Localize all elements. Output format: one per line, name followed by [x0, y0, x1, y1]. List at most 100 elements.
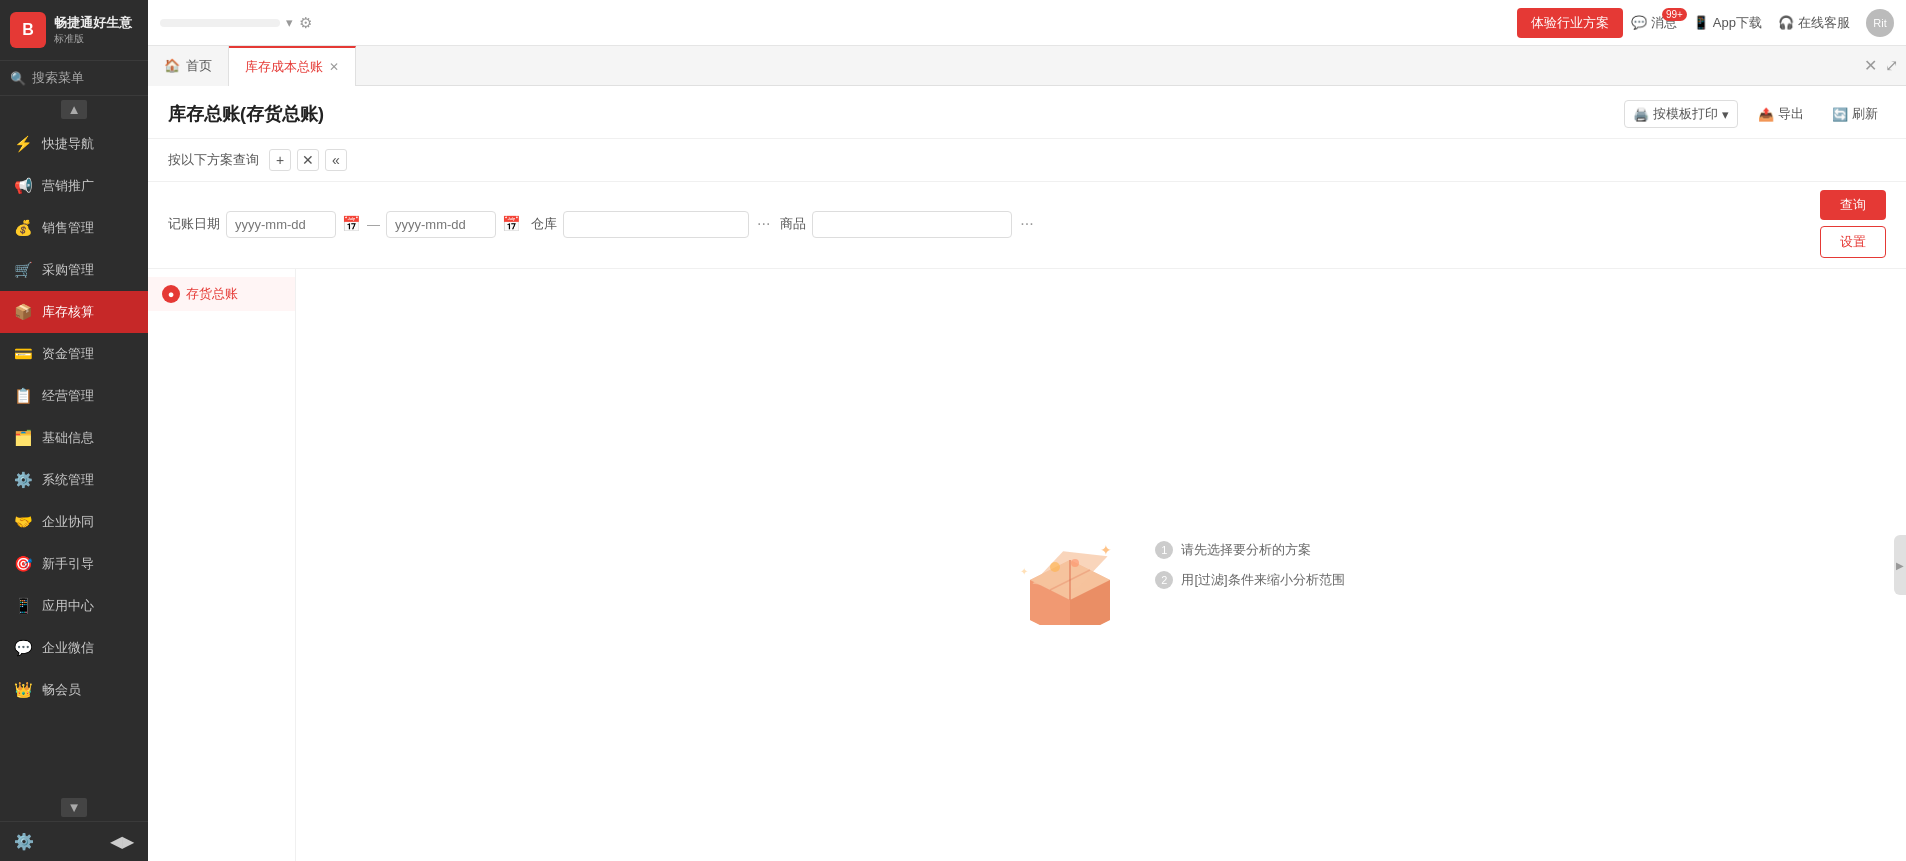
filter-row: 记账日期 📅 — 📅 仓库 ··· 商品 ··· 查询 设置 [148, 182, 1906, 269]
search-icon: 🔍 [10, 71, 26, 86]
filter-shrink-button[interactable]: « [325, 149, 347, 171]
filter-label: 按以下方案查询 [168, 151, 259, 169]
app-logo: B 畅捷通好生意 标准版 [0, 0, 148, 61]
purchase-icon: 🛒 [14, 261, 32, 279]
sidebar-item-marketing[interactable]: 📢 营销推广 [0, 165, 148, 207]
warehouse-more-icon[interactable]: ··· [757, 215, 770, 233]
sidebar-item-wecom[interactable]: 💬 企业微信 [0, 627, 148, 669]
tip-item-2: 2 用[过滤]条件来缩小分析范围 [1155, 571, 1344, 589]
scroll-up-button[interactable]: ▲ [61, 100, 86, 119]
user-name: Rit [1873, 17, 1886, 29]
refresh-button[interactable]: 🔄 刷新 [1824, 101, 1886, 127]
sidebar-item-purchase[interactable]: 🛒 采购管理 [0, 249, 148, 291]
sidebar-item-inventory[interactable]: 📦 库存核算 [0, 291, 148, 333]
message-badge: 99+ [1662, 8, 1687, 21]
right-buttons: 查询 设置 [1820, 190, 1886, 258]
sidebar-item-operations[interactable]: 📋 经营管理 [0, 375, 148, 417]
breadcrumb-input[interactable] [160, 19, 280, 27]
sidebar-item-member[interactable]: 👑 畅会员 [0, 669, 148, 711]
user-item[interactable]: Rit [1866, 9, 1894, 37]
goods-input[interactable] [812, 211, 1012, 238]
gear-icon[interactable]: ⚙ [299, 14, 312, 32]
date-separator: — [367, 217, 380, 232]
tip-item-1: 1 请先选择要分析的方案 [1155, 541, 1344, 559]
industry-btn[interactable]: 体验行业方案 [1517, 8, 1623, 38]
printer-icon: 🖨️ [1633, 107, 1649, 122]
inventory-ledger-label: 存货总账 [186, 285, 238, 303]
export-button[interactable]: 📤 导出 [1750, 101, 1812, 127]
wecom-icon: 💬 [14, 639, 32, 657]
inventory-ledger-item[interactable]: ● 存货总账 [148, 277, 295, 311]
sidebar-item-sales[interactable]: 💰 销售管理 [0, 207, 148, 249]
goods-more-icon[interactable]: ··· [1020, 215, 1033, 233]
side-handle[interactable]: ▶ [1894, 535, 1906, 595]
marketing-icon: 📢 [14, 177, 32, 195]
online-service-item[interactable]: 🎧 在线客服 [1778, 14, 1850, 32]
app-name: 畅捷通好生意 [54, 14, 132, 32]
app-download-label: App下载 [1713, 14, 1762, 32]
sidebar-item-system[interactable]: ⚙️ 系统管理 [0, 459, 148, 501]
operations-icon: 📋 [14, 387, 32, 405]
print-button[interactable]: 🖨️ 按模板打印 ▾ [1624, 100, 1738, 128]
scroll-down-area: ▼ [0, 794, 148, 821]
settings-icon[interactable]: ⚙️ [14, 832, 34, 851]
tab-home-label: 首页 [186, 57, 212, 75]
topbar: ▾ ⚙ 体验行业方案 💬 消息 99+ 📱 App下载 🎧 在线客服 Rit [148, 0, 1906, 46]
app-download-item[interactable]: 📱 App下载 [1693, 14, 1762, 32]
page-header: 库存总账(存货总账) 🖨️ 按模板打印 ▾ 📤 导出 🔄 刷新 [148, 86, 1906, 139]
empty-tips: 1 请先选择要分析的方案 2 用[过滤]条件来缩小分析范围 [1155, 541, 1344, 589]
sidebar-item-quick-nav[interactable]: ⚡ 快捷导航 [0, 123, 148, 165]
filter-bar: 按以下方案查询 + ✕ « [148, 139, 1906, 182]
filter-add-button[interactable]: + [269, 149, 291, 171]
date-end-input[interactable] [386, 211, 496, 238]
member-icon: 👑 [14, 681, 32, 699]
svg-text:✦: ✦ [1100, 542, 1112, 558]
warehouse-filter-group: 仓库 ··· [531, 211, 770, 238]
search-menu[interactable]: 🔍 搜索菜单 [0, 61, 148, 96]
sidebar-item-apps[interactable]: 📱 应用中心 [0, 585, 148, 627]
tabbar: 🏠 首页 库存成本总账 ✕ ✕ ⤢ [148, 46, 1906, 86]
logo-icon: B [10, 12, 46, 48]
goods-label: 商品 [780, 215, 806, 233]
sidebar: B 畅捷通好生意 标准版 🔍 搜索菜单 ▲ ⚡ 快捷导航 📢 营销推广 💰 销售… [0, 0, 148, 861]
box-svg: ✦ ✦ [1005, 505, 1125, 625]
export-icon: 📤 [1758, 107, 1774, 122]
goods-filter-group: 商品 ··· [780, 211, 1033, 238]
message-icon: 💬 [1631, 15, 1647, 30]
chevron-down-icon[interactable]: ▾ [286, 15, 293, 30]
sales-icon: 💰 [14, 219, 32, 237]
tab-home[interactable]: 🏠 首页 [148, 46, 229, 86]
tab-close-icon[interactable]: ✕ [329, 60, 339, 74]
date-label: 记账日期 [168, 215, 220, 233]
svg-point-2 [1050, 562, 1060, 572]
cooperation-icon: 🤝 [14, 513, 32, 531]
tab-inventory-cost[interactable]: 库存成本总账 ✕ [229, 46, 356, 86]
sidebar-item-guide[interactable]: 🎯 新手引导 [0, 543, 148, 585]
sidebar-item-cooperation[interactable]: 🤝 企业协同 [0, 501, 148, 543]
app-version: 标准版 [54, 32, 132, 46]
sidebar-nav: ⚡ 快捷导航 📢 营销推广 💰 销售管理 🛒 采购管理 📦 库存核算 💳 资金管… [0, 123, 148, 794]
quick-nav-icon: ⚡ [14, 135, 32, 153]
close-filter-icon: ✕ [302, 152, 314, 168]
calendar-start-icon[interactable]: 📅 [342, 215, 361, 233]
tip-text-2: 用[过滤]条件来缩小分析范围 [1181, 571, 1344, 589]
filter-collapse-button[interactable]: ✕ [297, 149, 319, 171]
expand-icon[interactable]: ⤢ [1885, 56, 1898, 75]
warehouse-input[interactable] [563, 211, 749, 238]
main-content: ▾ ⚙ 体验行业方案 💬 消息 99+ 📱 App下载 🎧 在线客服 Rit [148, 0, 1906, 861]
tip-text-1: 请先选择要分析的方案 [1181, 541, 1311, 559]
finance-icon: 💳 [14, 345, 32, 363]
scroll-down-button[interactable]: ▼ [61, 798, 86, 817]
query-button[interactable]: 查询 [1820, 190, 1886, 220]
close-icon[interactable]: ✕ [1864, 56, 1877, 75]
date-start-input[interactable] [226, 211, 336, 238]
filter-actions: + ✕ « [269, 149, 347, 171]
guide-icon: 🎯 [14, 555, 32, 573]
message-item[interactable]: 💬 消息 99+ [1631, 14, 1677, 32]
settings-button[interactable]: 设置 [1820, 226, 1886, 258]
sidebar-item-finance[interactable]: 💳 资金管理 [0, 333, 148, 375]
svg-text:✦: ✦ [1020, 566, 1028, 577]
sidebar-item-basic[interactable]: 🗂️ 基础信息 [0, 417, 148, 459]
calendar-end-icon[interactable]: 📅 [502, 215, 521, 233]
collapse-icon[interactable]: ◀▶ [110, 832, 134, 851]
